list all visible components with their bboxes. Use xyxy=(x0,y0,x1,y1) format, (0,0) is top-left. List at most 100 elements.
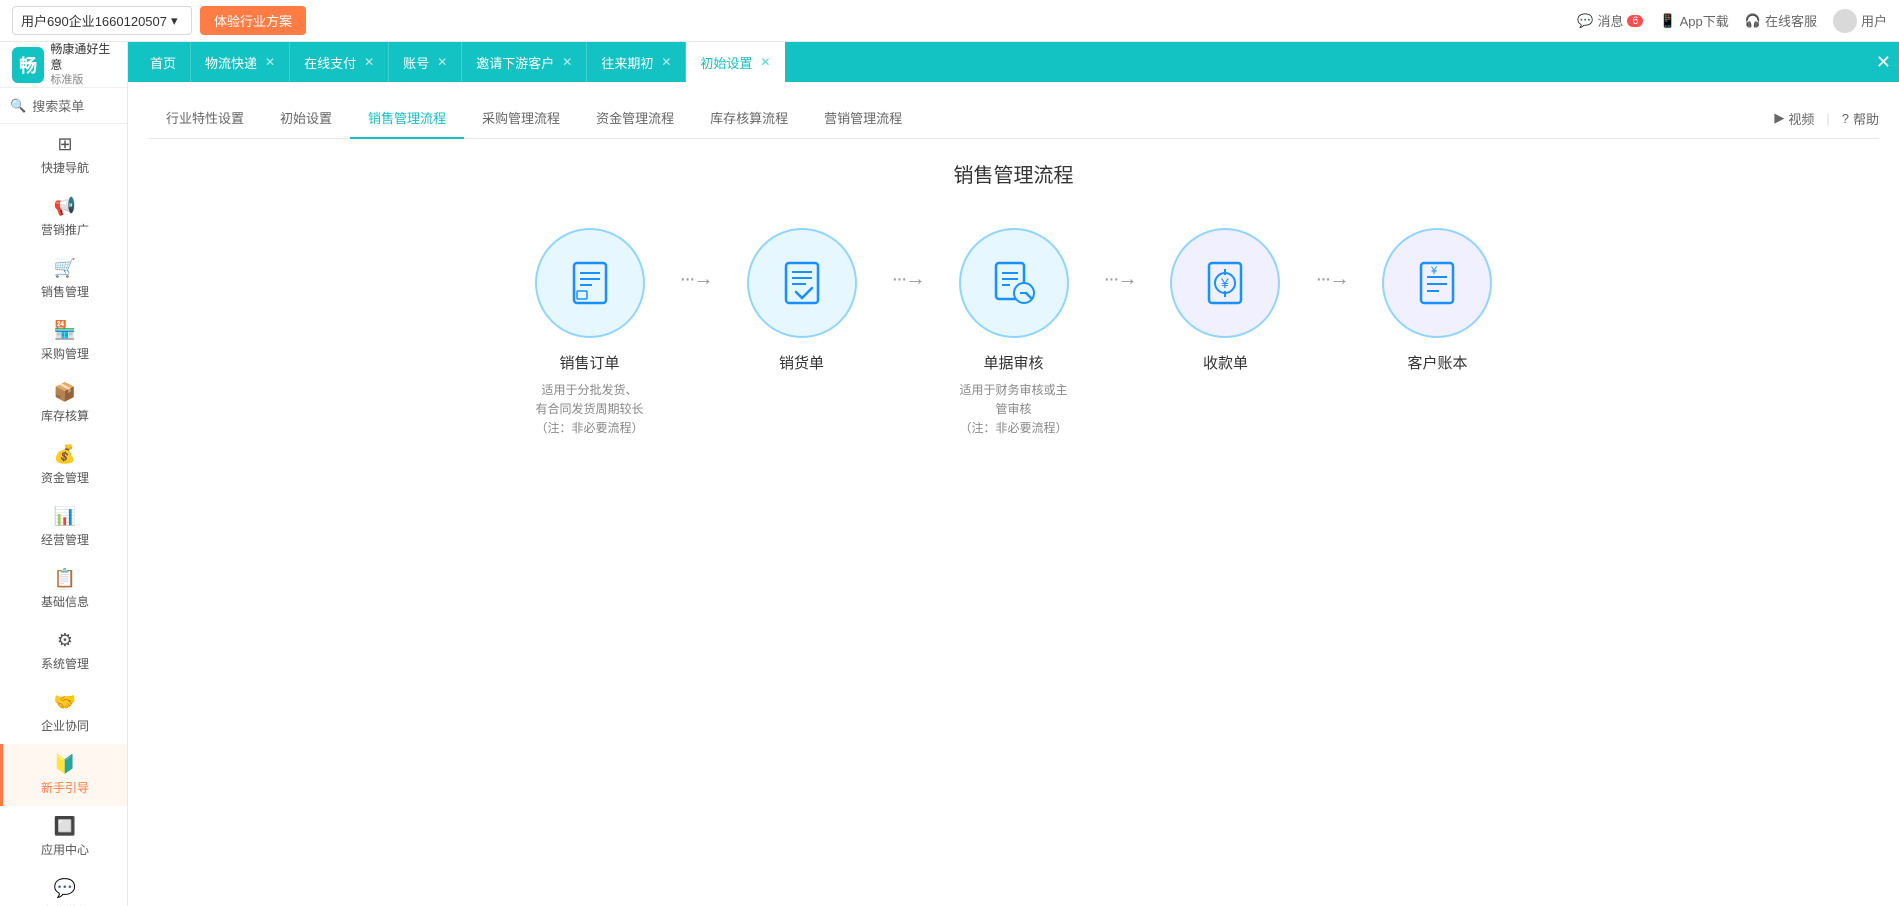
message-icon: 💬 xyxy=(1577,13,1593,29)
flow-arrow-4: ···→ xyxy=(1315,228,1347,291)
sidebar-item-label: 应用中心 xyxy=(41,841,89,858)
nav-tab-invite-downstream[interactable]: 邀请下游客户 ✕ xyxy=(462,42,587,82)
question-icon: ? xyxy=(1842,111,1849,126)
flow-circle-document-review xyxy=(959,228,1069,338)
flow-label-customer-account: 客户账本 xyxy=(1407,352,1467,373)
sidebar-item-quick-nav[interactable]: ⊞ 快捷导航 xyxy=(0,124,127,186)
sidebar-item-basic-info[interactable]: 📋 基础信息 xyxy=(0,558,127,620)
user-item[interactable]: 用户 xyxy=(1833,9,1887,33)
message-label: 消息 xyxy=(1597,11,1623,30)
sales-order-icon xyxy=(564,257,616,309)
flow-step-sales-invoice[interactable]: 销货单 xyxy=(712,228,892,381)
online-service-item[interactable]: 🎧 在线客服 xyxy=(1745,11,1817,30)
sub-tab-right: ▶ 视频 | ? 帮助 xyxy=(1774,109,1879,128)
sub-tab-finance-flow[interactable]: 资金管理流程 xyxy=(578,98,692,139)
sidebar-item-app-center[interactable]: 🔲 应用中心 xyxy=(0,806,127,868)
sub-tab-sales-flow[interactable]: 销售管理流程 xyxy=(350,98,464,139)
sidebar-item-purchase-mgmt[interactable]: 🏪 采购管理 xyxy=(0,310,127,372)
sidebar-item-sales-mgmt[interactable]: 🛒 销售管理 xyxy=(0,248,127,310)
help-link[interactable]: ? 帮助 xyxy=(1842,109,1879,128)
grid-icon: ⊞ xyxy=(57,134,72,155)
message-item[interactable]: 💬 消息 6 xyxy=(1577,11,1643,30)
flow-label-receipt: 收款单 xyxy=(1203,352,1248,373)
headset-icon: 🎧 xyxy=(1745,13,1761,29)
trial-btn[interactable]: 体验行业方案 xyxy=(200,6,306,35)
sub-tab-initial-setup[interactable]: 初始设置 xyxy=(262,98,350,139)
flow-container: 销售订单 适用于分批发货、有合同发货周期较长（注：非必要流程） ···→ xyxy=(148,228,1879,439)
app-download-label: App下载 xyxy=(1680,11,1729,30)
sidebar-item-operations-mgmt[interactable]: 📊 经营管理 xyxy=(0,496,127,558)
cart-icon: 🛒 xyxy=(54,258,76,279)
flow-desc-sales-order: 适用于分批发货、有合同发货周期较长（注：非必要流程） xyxy=(536,381,644,439)
flow-step-customer-account[interactable]: ¥ 客户账本 xyxy=(1347,228,1527,381)
nav-tab-initial-setup-close[interactable]: ✕ xyxy=(760,55,770,69)
guide-icon: 🔰 xyxy=(54,754,76,775)
nav-tab-logistics-label: 物流快递 xyxy=(205,53,257,72)
document-review-icon xyxy=(988,257,1040,309)
nav-tab-past-period[interactable]: 往来期初 ✕ xyxy=(587,42,686,82)
clipboard-icon: 📋 xyxy=(54,568,76,589)
sidebar-item-marketing-promo[interactable]: 📢 营销推广 xyxy=(0,186,127,248)
sidebar-item-label: 采购管理 xyxy=(41,345,89,362)
nav-tab-online-payment-label: 在线支付 xyxy=(304,53,356,72)
flow-circle-receipt: ¥ xyxy=(1170,228,1280,338)
box-icon: 📦 xyxy=(54,382,76,403)
nav-tab-online-payment[interactable]: 在线支付 ✕ xyxy=(290,42,389,82)
logo-text: 畅康通好生意 标准版 xyxy=(50,42,115,87)
receipt-icon: ¥ xyxy=(1199,257,1251,309)
handshake-icon: 🤝 xyxy=(54,692,76,713)
sidebar-item-system-mgmt[interactable]: ⚙ 系统管理 xyxy=(0,620,127,682)
logo-main-text: 畅康通好生意 xyxy=(50,42,115,73)
nav-tab-home-label: 首页 xyxy=(150,53,176,72)
flow-step-receipt[interactable]: ¥ 收款单 xyxy=(1135,228,1315,381)
flow-circle-sales-order xyxy=(535,228,645,338)
sub-tab-inventory-flow[interactable]: 库存核算流程 xyxy=(692,98,806,139)
user-selector[interactable]: 用户690企业1660120507 ▾ xyxy=(12,6,192,35)
sub-tab-purchase-flow[interactable]: 采购管理流程 xyxy=(464,98,578,139)
close-all-tabs[interactable]: ✕ xyxy=(1876,52,1891,73)
message-badge: 6 xyxy=(1627,15,1643,27)
apps-icon: 🔲 xyxy=(54,816,76,837)
nav-tab-logistics[interactable]: 物流快递 ✕ xyxy=(191,42,290,82)
nav-tab-invite-downstream-close[interactable]: ✕ xyxy=(562,55,572,69)
header-left: 用户690企业1660120507 ▾ 体验行业方案 xyxy=(12,6,306,35)
flow-arrow-1: ···→ xyxy=(680,228,712,291)
sidebar-search-item[interactable]: 🔍 搜索菜单 xyxy=(0,88,127,124)
flow-step-document-review[interactable]: 单据审核 适用于财务审核或主管审核（注：非必要流程） xyxy=(924,228,1104,439)
sidebar-item-label: 新手引导 xyxy=(41,779,89,796)
flow-circle-sales-invoice xyxy=(747,228,857,338)
nav-tab-home[interactable]: 首页 xyxy=(136,42,191,82)
search-label: 搜索菜单 xyxy=(32,96,84,115)
logo-sub-text: 标准版 xyxy=(50,73,115,87)
money-icon: 💰 xyxy=(54,444,76,465)
nav-tab-online-payment-close[interactable]: ✕ xyxy=(364,55,374,69)
nav-tab-logistics-close[interactable]: ✕ xyxy=(265,55,275,69)
nav-tab-past-period-close[interactable]: ✕ xyxy=(661,55,671,69)
nav-tab-initial-setup[interactable]: 初始设置 ✕ xyxy=(686,42,785,82)
nav-tabs: 首页 物流快递 ✕ 在线支付 ✕ 账号 ✕ 邀请下游客户 ✕ 往来期初 ✕ xyxy=(128,42,1899,82)
nav-tab-initial-setup-label: 初始设置 xyxy=(700,53,752,72)
flow-step-sales-order[interactable]: 销售订单 适用于分批发货、有合同发货周期较长（注：非必要流程） xyxy=(500,228,680,439)
sidebar-item-label: 经营管理 xyxy=(41,531,89,548)
sidebar-item-enterprise-wechat[interactable]: 💬 企业微信 xyxy=(0,868,127,906)
app-download-item[interactable]: 📱 App下载 xyxy=(1659,11,1728,30)
sidebar-item-inventory[interactable]: 📦 库存核算 xyxy=(0,372,127,434)
nav-tab-account[interactable]: 账号 ✕ xyxy=(389,42,462,82)
flow-circle-customer-account: ¥ xyxy=(1382,228,1492,338)
sidebar-item-finance-mgmt[interactable]: 💰 资金管理 xyxy=(0,434,127,496)
chevron-down-icon: ▾ xyxy=(171,13,178,29)
user-selector-text: 用户690企业1660120507 xyxy=(21,11,167,30)
nav-tab-account-close[interactable]: ✕ xyxy=(437,55,447,69)
sub-tab-marketing-flow[interactable]: 营销管理流程 xyxy=(806,98,920,139)
flow-desc-document-review: 适用于财务审核或主管审核（注：非必要流程） xyxy=(959,381,1067,439)
sidebar-item-enterprise-coop[interactable]: 🤝 企业协同 xyxy=(0,682,127,744)
shop-icon: 🏪 xyxy=(54,320,76,341)
video-link[interactable]: ▶ 视频 xyxy=(1774,109,1814,128)
sidebar-item-new-guide[interactable]: 🔰 新手引导 xyxy=(0,744,127,806)
sidebar-item-label: 营销推广 xyxy=(41,221,89,238)
sub-tab-industry-settings[interactable]: 行业特性设置 xyxy=(148,98,262,139)
flow-arrow-2: ···→ xyxy=(892,228,924,291)
megaphone-icon: 📢 xyxy=(54,196,76,217)
avatar xyxy=(1833,9,1857,33)
sidebar-item-label: 快捷导航 xyxy=(41,159,89,176)
